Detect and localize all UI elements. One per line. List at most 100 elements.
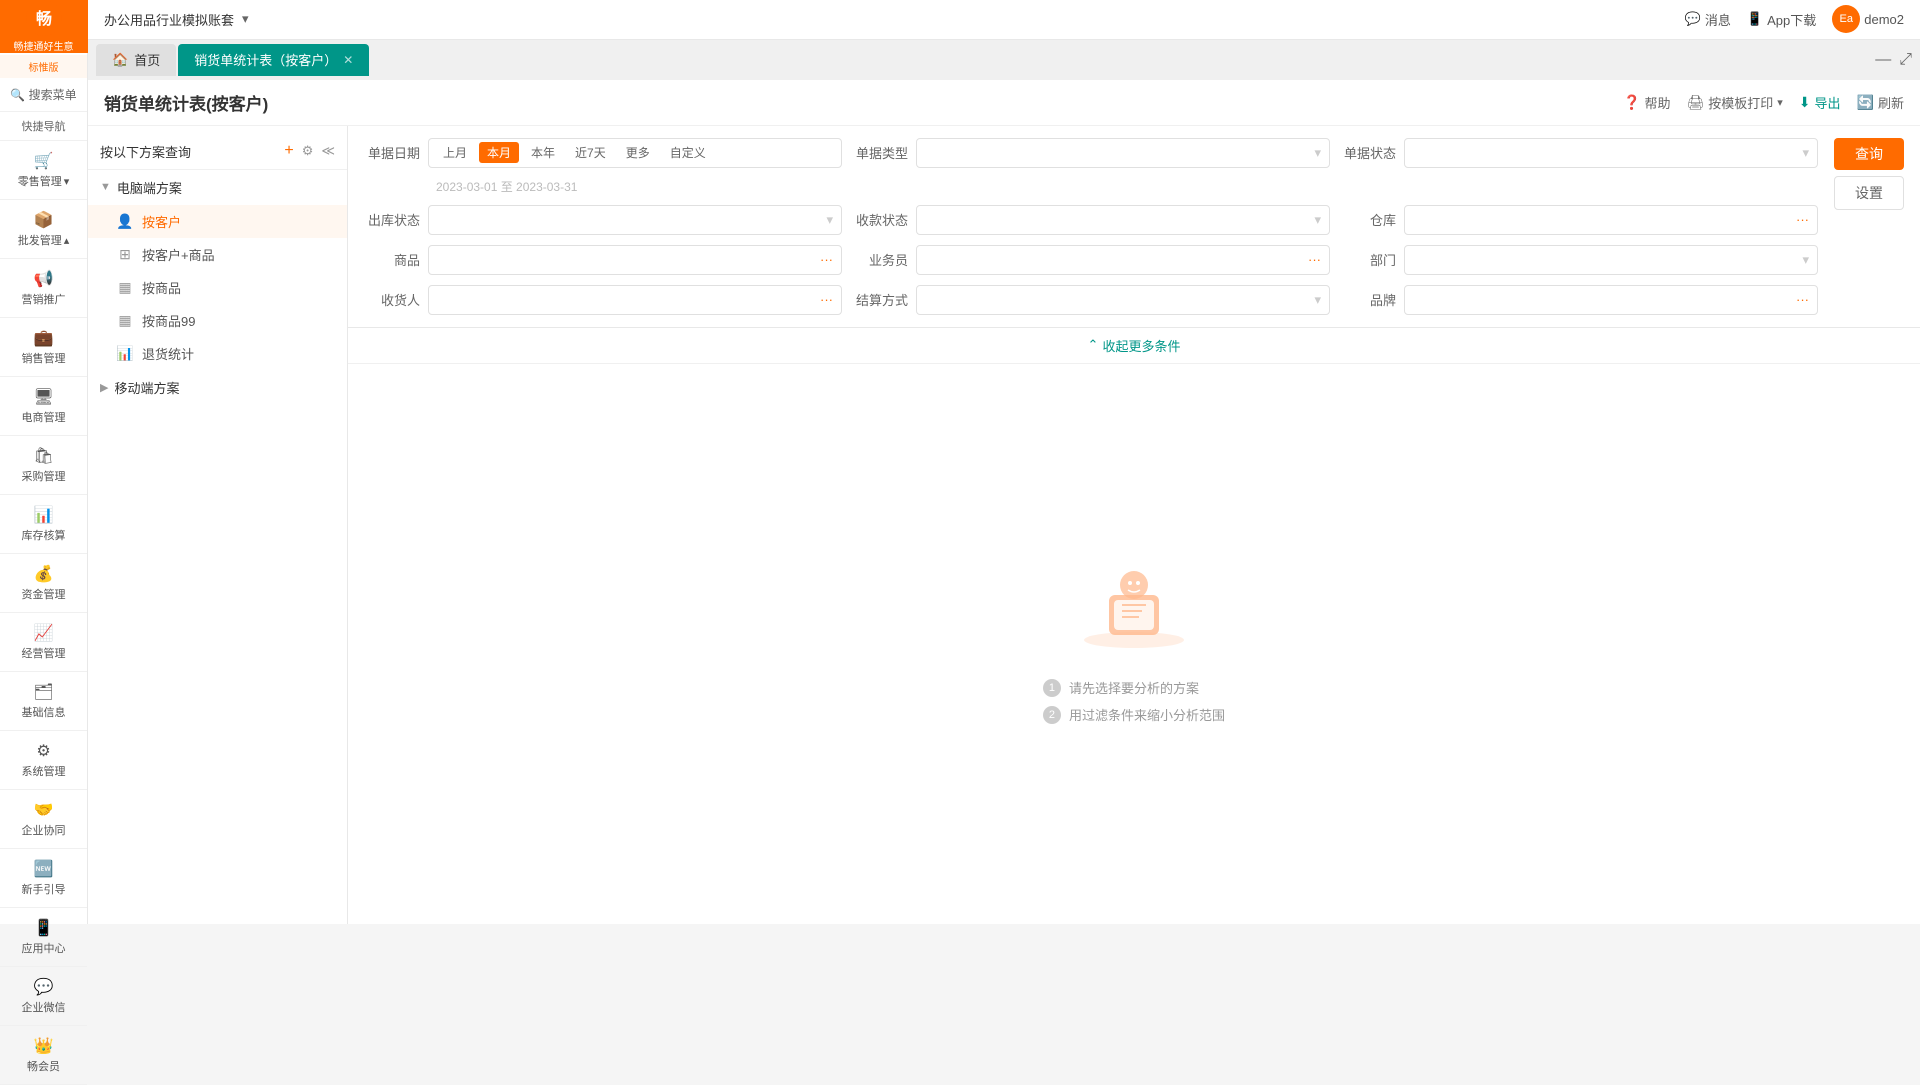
order-status-control[interactable]: ▾ [1404,138,1818,168]
tab-maximize-button[interactable]: ⤢ [1899,51,1912,69]
sidebar-item-member[interactable]: 👑 畅会员 [0,1026,87,1085]
tab-sales-stat[interactable]: 销货单统计表（按客户） ✕ [178,44,369,76]
app-download-label: App下载 [1767,10,1816,29]
sidebar-item-operations[interactable]: 📈 经营管理 [0,613,87,672]
settings-button[interactable]: 设置 [1834,176,1904,210]
sidebar-item-finance[interactable]: 💰 资金管理 [0,554,87,613]
retail-icon: 🛒 [0,151,87,171]
scheme-collapse-button[interactable]: ≪ [321,143,335,159]
sidebar-search-item[interactable]: 🔍 搜索菜单 [0,78,87,112]
date-filter-control[interactable]: 上月 本月 本年 近7天 更多 自定义 [428,138,842,168]
main-area: 办公用品行业模拟账套 ▾ 💬 消息 📱 App下载 Ea demo2 [88,0,1920,924]
basic-label: 基础信息 [0,704,87,720]
date-btn-this-month[interactable]: 本月 [479,142,519,163]
receipt-status-control[interactable]: ▾ [916,205,1330,235]
scheme-add-button[interactable]: + [284,142,293,160]
sidebar-item-enterprise[interactable]: 🤝 企业协同 [0,790,87,849]
sidebar-item-wholesale[interactable]: 📦 批发管理 ▴ [0,200,87,259]
product-dropdown[interactable]: ▾ [242,11,249,27]
empty-tips: 1 请先选择要分析的方案 2 用过滤条件来缩小分析范围 [1043,678,1225,732]
scheme-settings-button[interactable]: ⚙ [302,143,314,159]
sidebar-item-purchase[interactable]: 🛍 采购管理 [0,436,87,495]
order-type-control[interactable]: ▾ [916,138,1330,168]
sidebar-item-newbie[interactable]: 🆕 新手引导 [0,849,87,908]
receipt-status-chevron: ▾ [1314,212,1321,228]
sidebar-item-inventory[interactable]: 📊 库存核算 [0,495,87,554]
sidebar-item-system[interactable]: ⚙ 系统管理 [0,731,87,790]
app-icon: 📱 [1747,11,1763,27]
tab-home[interactable]: 🏠 首页 [96,44,176,76]
scheme-item-returns-label: 退货统计 [142,344,194,363]
refresh-label: 刷新 [1878,93,1904,112]
brand-control[interactable]: ··· [1404,285,1818,315]
order-status-chevron: ▾ [1802,145,1809,161]
settlement-control[interactable]: ▾ [916,285,1330,315]
sidebar-quick-nav[interactable]: 快捷导航 [0,112,87,141]
goods99-icon: ▦ [116,311,134,329]
refresh-button[interactable]: 🔄 刷新 [1857,93,1904,112]
out-status-control[interactable]: ▾ [428,205,842,235]
sidebar-item-sales[interactable]: 💼 销售管理 [0,318,87,377]
print-button[interactable]: 🖨 按模板打印 ▾ [1686,93,1782,112]
scheme-item-by-customer[interactable]: 👤 按客户 [88,205,347,238]
export-button[interactable]: ⬇ 导出 [1799,93,1841,112]
sidebar-item-retail[interactable]: 🛒 零售管理 ▾ [0,141,87,200]
salesperson-dots: ··· [1308,252,1321,267]
scheme-item-returns[interactable]: 📊 退货统计 [88,337,347,370]
date-buttons-row: 上月 本月 本年 近7天 更多 自定义 [435,142,714,163]
date-btn-custom[interactable]: 自定义 [662,142,714,163]
date-btn-more[interactable]: 更多 [618,142,658,163]
user-menu[interactable]: Ea demo2 [1832,5,1904,33]
sidebar-logo: 畅 畅捷通好生意 [0,0,88,53]
sidebar-item-marketing[interactable]: 📢 营销推广 [0,259,87,318]
member-icon: 👑 [0,1036,87,1056]
date-btn-7days[interactable]: 近7天 [567,142,614,163]
search-menu-label[interactable]: 🔍 搜索菜单 [0,86,87,103]
apps-label: 应用中心 [0,940,87,956]
scheme-group-mobile-header[interactable]: ▶ 移动端方案 [88,370,347,405]
brand-label: 品牌 [1340,290,1396,309]
warehouse-dots: ··· [1796,212,1809,227]
scheme-group-desktop-header[interactable]: ▼ 电脑端方案 [88,170,347,205]
customer-icon: 👤 [116,212,134,230]
tab-minimize-button[interactable]: — [1875,51,1891,69]
scheme-item-customer-goods[interactable]: ⊞ 按客户+商品 [88,238,347,271]
print-label: 按模板打印 [1708,93,1773,112]
tip-num-2: 2 [1043,706,1061,724]
topbar-right: 💬 消息 📱 App下载 Ea demo2 [1685,5,1904,33]
message-icon: 💬 [1685,11,1701,27]
warehouse-control[interactable]: ··· [1404,205,1818,235]
filter-order-type-field: 单据类型 ▾ [852,138,1330,168]
basic-icon: 🗂 [0,682,87,702]
message-button[interactable]: 💬 消息 [1685,10,1731,29]
tab-close-button[interactable]: ✕ [343,53,353,67]
date-btn-last-month[interactable]: 上月 [435,142,475,163]
search-button[interactable]: 查询 [1834,138,1904,170]
department-control[interactable]: ▾ [1404,245,1818,275]
scheme-item-by-goods[interactable]: ▦ 按商品 [88,271,347,304]
right-content: 单据日期 上月 本月 本年 近7天 更多 自定义 [348,126,1920,924]
scheme-item-goods99[interactable]: ▦ 按商品99 [88,304,347,337]
date-btn-this-year[interactable]: 本年 [523,142,563,163]
tip-1-text: 请先选择要分析的方案 [1069,678,1199,697]
scheme-item-goods-label: 按商品 [142,278,181,297]
receiver-control[interactable]: ··· [428,285,842,315]
export-icon: ⬇ [1799,94,1811,111]
marketing-icon: 📢 [0,269,87,289]
filter-row-3: 商品 ··· 业务员 ··· [364,245,1818,275]
receiver-label: 收货人 [364,290,420,309]
sales-label: 销售管理 [0,350,87,366]
print-dropdown-icon: ▾ [1777,96,1783,109]
app-download-button[interactable]: 📱 App下载 [1747,10,1816,29]
sidebar-item-basic[interactable]: 🗂 基础信息 [0,672,87,731]
collapse-bar[interactable]: ⌃ 收起更多条件 [348,328,1920,364]
wechat-icon: 💬 [0,977,87,997]
filter-brand-field: 品牌 ··· [1340,285,1818,315]
help-button[interactable]: ❓ 帮助 [1623,93,1670,112]
sidebar-item-wechat[interactable]: 💬 企业微信 [0,967,87,1026]
goods-control[interactable]: ··· [428,245,842,275]
receipt-status-label: 收款状态 [852,210,908,229]
sidebar-item-ecommerce[interactable]: 🖥 电商管理 [0,377,87,436]
sidebar-item-apps[interactable]: 📱 应用中心 [0,908,87,967]
salesperson-control[interactable]: ··· [916,245,1330,275]
